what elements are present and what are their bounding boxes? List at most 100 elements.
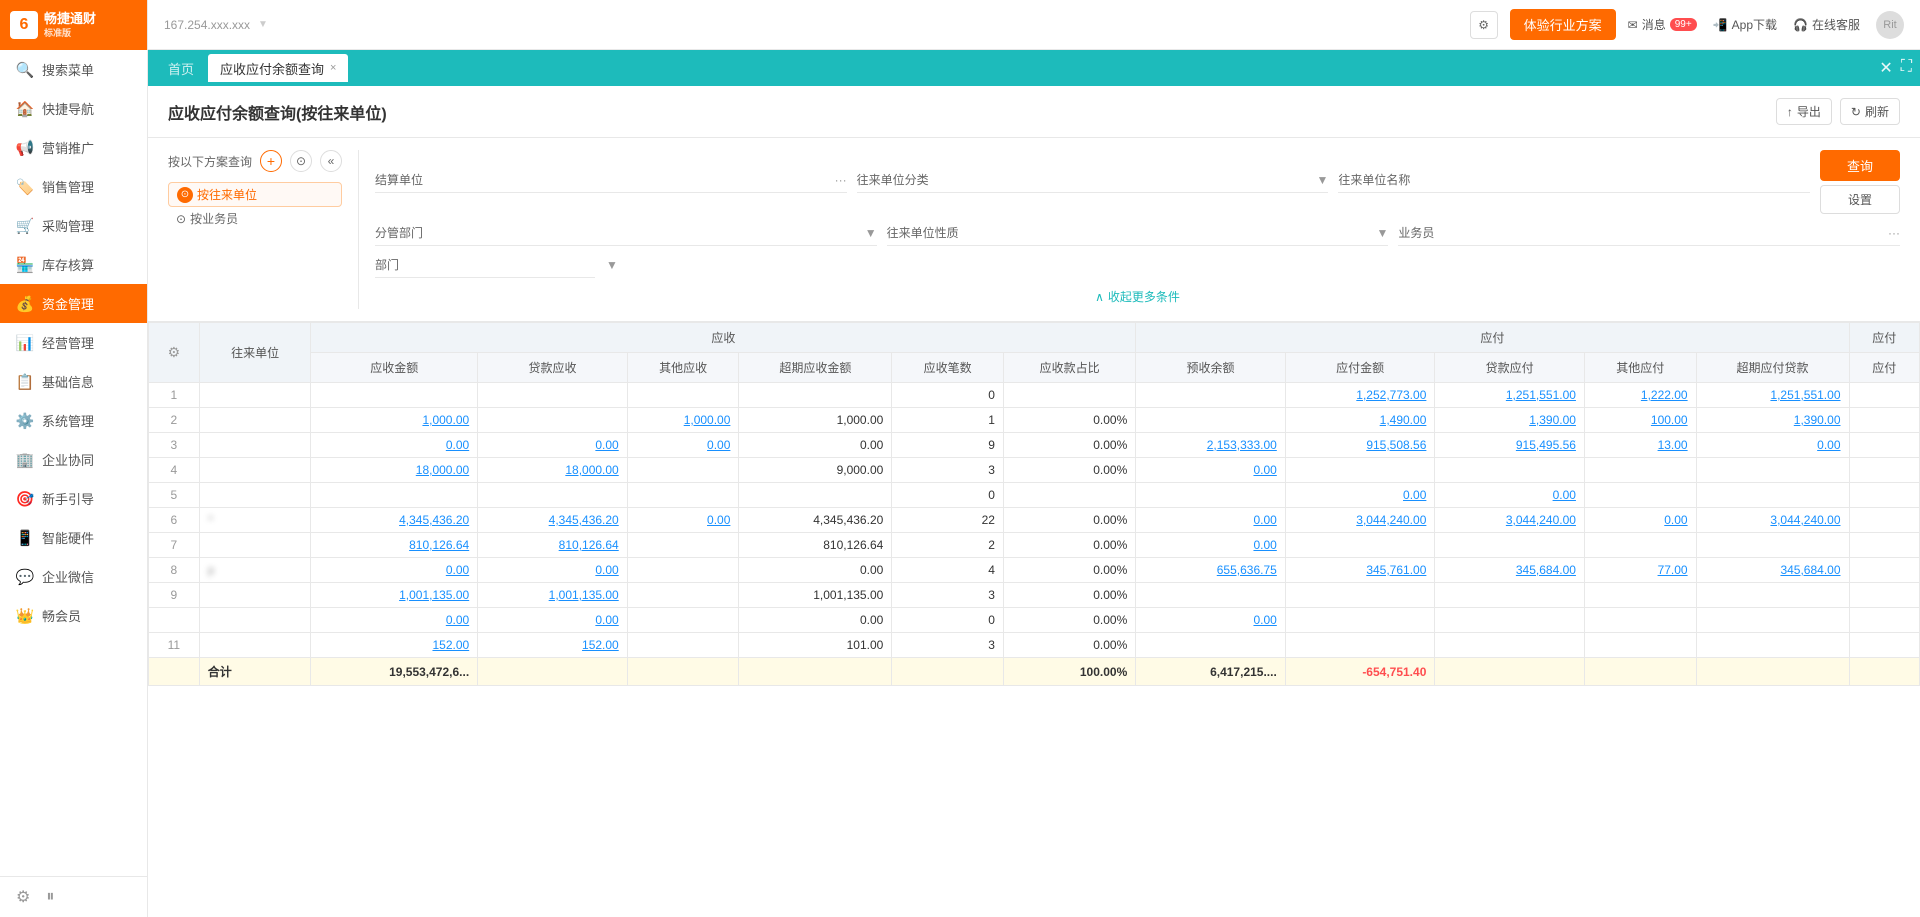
table-cell[interactable]: 0.00 [627, 508, 739, 533]
cell-link[interactable]: 0.00 [446, 613, 469, 627]
table-cell[interactable] [627, 608, 739, 633]
cell-link[interactable]: 0.00 [1253, 538, 1276, 552]
table-cell[interactable]: 18,000.00 [478, 458, 628, 483]
table-cell[interactable] [1136, 383, 1286, 408]
cell-link[interactable]: 18,000.00 [416, 463, 469, 477]
cell-link[interactable]: 152.00 [432, 638, 469, 652]
table-cell[interactable]: 345,684.00 [1435, 558, 1585, 583]
table-cell[interactable]: 0.00 [478, 558, 628, 583]
table-cell[interactable]: 915,508.56 [1285, 433, 1435, 458]
salesman-input[interactable] [1466, 226, 1880, 240]
cell-link[interactable]: 915,508.56 [1366, 438, 1426, 452]
table-cell[interactable] [478, 383, 628, 408]
cell-link[interactable]: 0.00 [1253, 513, 1276, 527]
table-cell[interactable]: 4,345,436.20 [311, 508, 478, 533]
partner-name-input[interactable] [1418, 173, 1810, 187]
fullscreen-action[interactable]: ⛶ [1901, 58, 1912, 78]
cell-link[interactable]: 18,000.00 [565, 463, 618, 477]
cell-link[interactable]: 0.00 [446, 563, 469, 577]
table-cell[interactable]: 0.00 [1136, 608, 1286, 633]
cell-link[interactable]: 0.00 [1553, 488, 1576, 502]
table-cell[interactable]: 100.00 [1584, 408, 1696, 433]
table-cell[interactable] [1435, 608, 1585, 633]
cell-link[interactable]: 13.00 [1658, 438, 1688, 452]
table-cell[interactable] [311, 483, 478, 508]
table-cell[interactable]: 77.00 [1584, 558, 1696, 583]
sidebar-item-fund[interactable]: 💰 资金管理 [0, 284, 147, 323]
table-cell[interactable] [627, 383, 739, 408]
table-cell[interactable] [1584, 633, 1696, 658]
cell-link[interactable]: 0.00 [595, 563, 618, 577]
partner-nature-input[interactable] [967, 226, 1369, 240]
table-cell[interactable] [1285, 533, 1435, 558]
cell-link[interactable]: 345,684.00 [1516, 563, 1576, 577]
table-cell[interactable] [1136, 483, 1286, 508]
table-cell[interactable]: 0.00 [311, 608, 478, 633]
setting-button[interactable]: 设置 [1820, 185, 1900, 214]
table-cell[interactable]: 152.00 [311, 633, 478, 658]
table-cell[interactable]: 152.00 [478, 633, 628, 658]
table-cell[interactable]: 0.00 [478, 608, 628, 633]
table-cell[interactable] [478, 483, 628, 508]
table-cell[interactable] [1285, 583, 1435, 608]
cell-link[interactable]: 0.00 [595, 613, 618, 627]
cell-link[interactable]: 77.00 [1658, 563, 1688, 577]
table-cell[interactable]: 0.00 [1136, 533, 1286, 558]
export-button[interactable]: ↑ 导出 [1776, 98, 1832, 125]
cell-link[interactable]: 1,252,773.00 [1356, 388, 1426, 402]
filter-collapse-icon[interactable]: « [320, 150, 342, 172]
filter-settings-icon[interactable]: ⊙ [290, 150, 312, 172]
tab-home[interactable]: 首页 [156, 54, 206, 82]
cell-link[interactable]: 345,684.00 [1780, 563, 1840, 577]
table-cell[interactable]: 1,390.00 [1435, 408, 1585, 433]
cell-link[interactable]: 0.00 [1253, 463, 1276, 477]
cell-link[interactable]: 0.00 [1403, 488, 1426, 502]
table-cell[interactable]: 0.00 [1285, 483, 1435, 508]
table-cell[interactable] [1435, 583, 1585, 608]
table-cell[interactable] [1285, 608, 1435, 633]
cell-link[interactable]: 810,126.64 [559, 538, 619, 552]
cell-link[interactable]: 915,495.56 [1516, 438, 1576, 452]
table-cell[interactable]: 0.00 [1584, 508, 1696, 533]
cell-link[interactable]: 1,000.00 [422, 413, 469, 427]
table-cell[interactable]: 345,761.00 [1285, 558, 1435, 583]
table-cell[interactable]: 13.00 [1584, 433, 1696, 458]
cell-link[interactable]: 0.00 [1253, 613, 1276, 627]
cell-link[interactable]: 100.00 [1651, 413, 1688, 427]
table-cell[interactable] [1584, 483, 1696, 508]
app-download-button[interactable]: 📲 App下载 [1713, 16, 1777, 33]
sidebar-item-wechat[interactable]: 💬 企业微信 [0, 557, 147, 596]
cell-link[interactable]: 1,251,551.00 [1506, 388, 1576, 402]
table-cell[interactable]: 345,684.00 [1696, 558, 1849, 583]
settings-bottom-icon[interactable]: ⚙ [16, 887, 30, 907]
tab-close-icon[interactable]: × [330, 62, 336, 74]
cell-link[interactable]: 0.00 [446, 438, 469, 452]
table-cell[interactable] [627, 558, 739, 583]
filter-scheme-salesman[interactable]: ⊙ 按业务员 [168, 207, 342, 230]
table-cell[interactable] [1696, 633, 1849, 658]
table-cell[interactable] [1584, 458, 1696, 483]
table-cell[interactable] [1435, 533, 1585, 558]
chevron-down-icon[interactable]: ▼ [258, 19, 268, 30]
filter-add-button[interactable]: + [260, 150, 282, 172]
filter-scheme-partner[interactable]: ⊙ 按往来单位 [168, 182, 342, 207]
cell-link[interactable]: 1,490.00 [1380, 413, 1427, 427]
cell-link[interactable]: 1,000.00 [684, 413, 731, 427]
table-cell[interactable]: 0.00 [1136, 458, 1286, 483]
sidebar-item-marketing[interactable]: 📢 营销推广 [0, 128, 147, 167]
table-cell[interactable] [478, 408, 628, 433]
cell-link[interactable]: 655,636.75 [1217, 563, 1277, 577]
ellipsis-icon[interactable]: ··· [835, 173, 847, 187]
table-cell[interactable]: 655,636.75 [1136, 558, 1286, 583]
sidebar-item-sales[interactable]: 🏷️ 销售管理 [0, 167, 147, 206]
cell-link[interactable]: 3,044,240.00 [1770, 513, 1840, 527]
cell-link[interactable]: 0.00 [1817, 438, 1840, 452]
sidebar-item-operation[interactable]: 📊 经营管理 [0, 323, 147, 362]
table-cell[interactable] [1136, 633, 1286, 658]
table-cell[interactable]: 18,000.00 [311, 458, 478, 483]
cell-link[interactable]: 152.00 [582, 638, 619, 652]
dept-input[interactable] [443, 258, 598, 272]
message-button[interactable]: ✉ 消息 99+ [1628, 16, 1697, 33]
table-cell[interactable]: 1,000.00 [311, 408, 478, 433]
table-cell[interactable]: 1,222.00 [1584, 383, 1696, 408]
